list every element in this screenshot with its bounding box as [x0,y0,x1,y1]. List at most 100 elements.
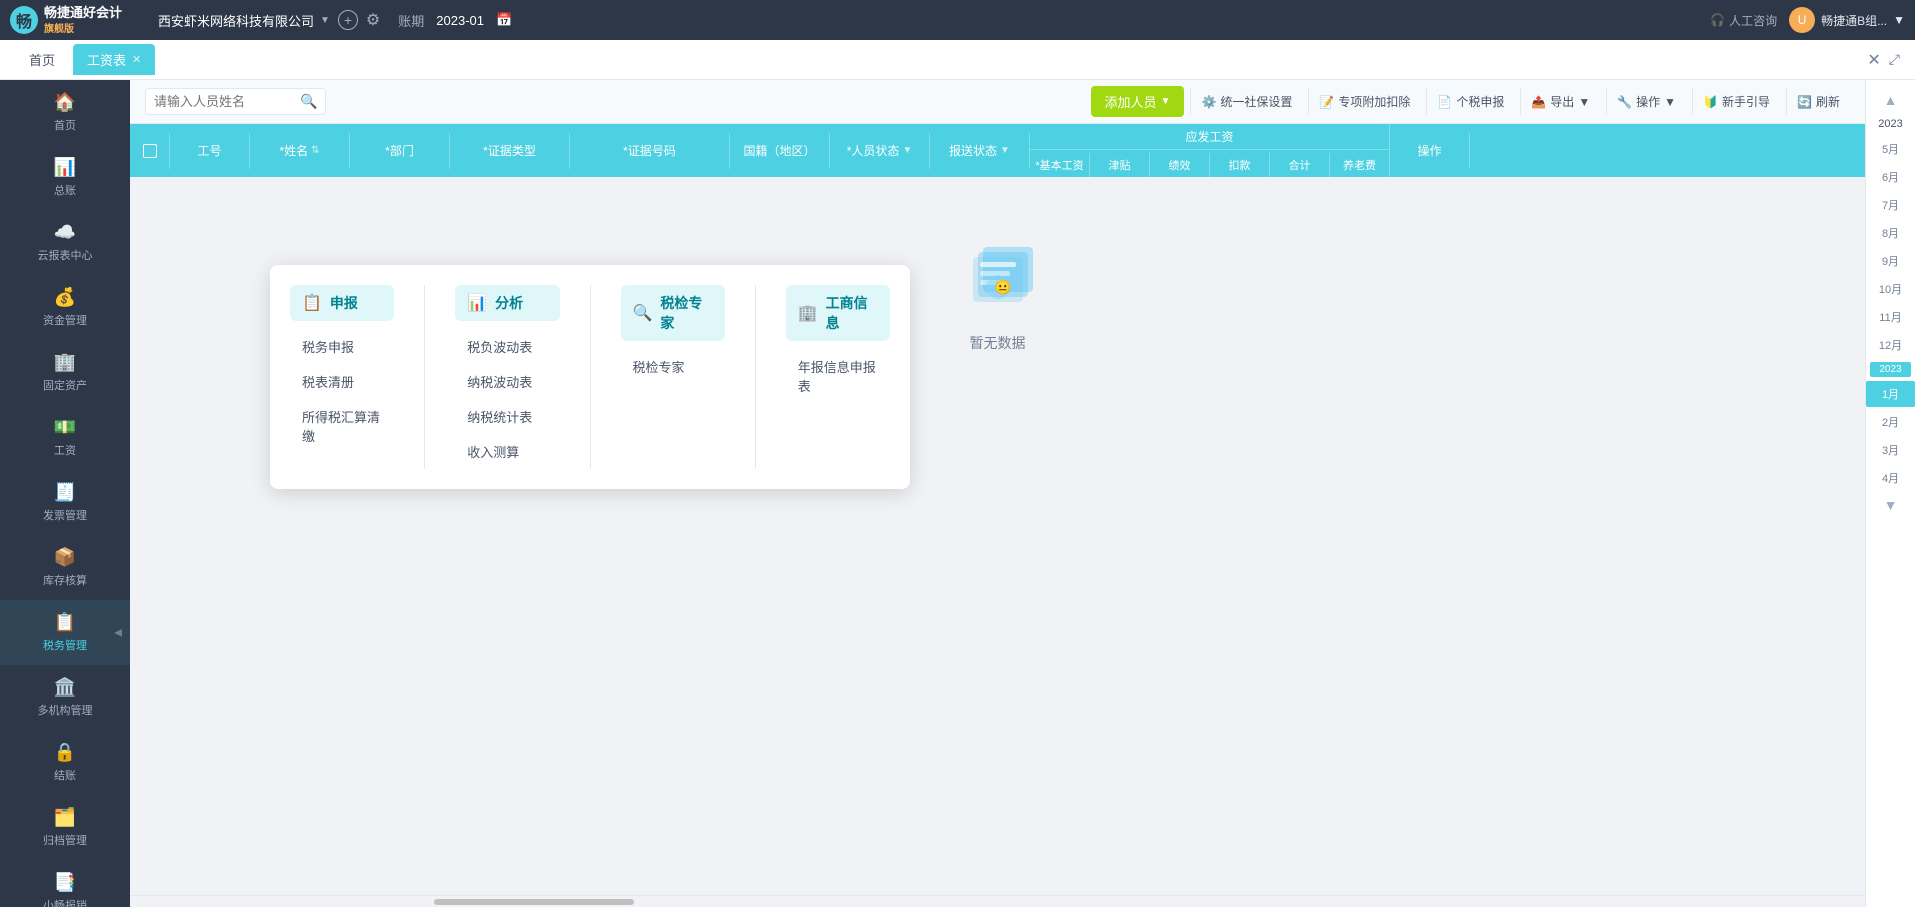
business-title: 工商信息 [826,293,878,333]
sidebar-item-inventory[interactable]: 📦 库存核算 [0,535,130,600]
top-right: 🎧 人工咨询 U 畅捷通B组... ▼ [1710,7,1905,33]
add-company-button[interactable]: + [338,10,358,30]
search-input-wrap[interactable]: 🔍 [145,88,326,115]
user-area[interactable]: U 畅捷通B组... ▼ [1789,7,1905,33]
svg-text:😐: 😐 [994,279,1011,295]
month-7[interactable]: 7月 [1866,192,1915,218]
sidebar-item-home[interactable]: 🏠 首页 [0,80,130,145]
th-name[interactable]: *姓名 ⇅ [250,133,350,169]
guide-button[interactable]: 🔰 新手引导 [1692,88,1780,115]
main-area: 🏠 首页 📊 总账 ☁️ 云报表中心 💰 资金管理 🏢 固定资产 💵 工资 🧾 … [0,80,1915,907]
report-filter-icon[interactable]: ▼ [1000,145,1010,156]
menu-item-tax-declare[interactable]: 税务申报 [290,329,394,364]
export-button[interactable]: 📤 导出 ▼ [1520,88,1600,115]
operation-label: 操作 [1636,93,1660,110]
toolbar: 🔍 添加人员 ▼ ⚙️ 统一社保设置 📝 专项附加扣除 📄 个税申报 [130,80,1865,124]
tax-declare-label: 税务申报 [302,340,354,355]
sidebar-item-capital[interactable]: 💰 资金管理 [0,275,130,340]
user-chevron-icon: ▼ [1893,13,1905,27]
sidebar-label-tax: 税务管理 [43,637,87,653]
tab-close-icon[interactable]: ✕ [132,53,141,66]
month-9[interactable]: 9月 [1866,248,1915,274]
social-icon: ⚙️ [1201,95,1216,109]
add-person-button[interactable]: 添加人员 ▼ [1091,86,1185,117]
assets-icon: 🏢 [54,352,76,373]
month-2[interactable]: 2月 [1866,409,1915,435]
calendar-icon[interactable]: 📅 [496,12,512,28]
tab-bar-right: ✕ ⤢ [1867,50,1900,70]
th-region[interactable]: 国籍（地区） [730,133,830,169]
user-name: 畅捷通B组... [1821,12,1887,29]
search-input[interactable] [154,94,294,109]
empty-illustration: 😐 [958,237,1038,317]
operation-button[interactable]: 🔧 操作 ▼ [1606,88,1686,115]
menu-item-tax-burden[interactable]: 税负波动表 [455,329,559,364]
menu-item-income-clear[interactable]: 所得税汇算清缴 [290,399,394,453]
refresh-button[interactable]: 🔄 刷新 [1786,88,1850,115]
sidebar-item-close[interactable]: 🔒 结账 [0,730,130,795]
declaration-title: 申报 [330,293,358,313]
business-icon: 🏢 [798,303,818,323]
scroll-bar[interactable] [434,899,634,905]
tab-bar-close-icon[interactable]: ✕ [1867,50,1880,70]
sidebar-item-expense[interactable]: 📑 小畅报销 [0,860,130,907]
menu-item-tax-wave[interactable]: 纳税波动表 [455,364,559,399]
home-icon: 🏠 [54,92,76,113]
sidebar-item-tax[interactable]: 📋 税务管理 ◀ [0,600,130,665]
add-person-label: 添加人员 [1105,92,1157,111]
month-3[interactable]: 3月 [1866,437,1915,463]
th-cert-type[interactable]: *证据类型 [450,133,570,169]
th-status[interactable]: *人员状态 ▼ [830,133,930,169]
chevron-down-icon[interactable]: ▼ [320,15,330,26]
company-select[interactable]: 西安虾米网络科技有限公司 ▼ [158,11,330,30]
month-5[interactable]: 5月 [1866,136,1915,162]
sidebar-item-multi-org[interactable]: 🏛️ 多机构管理 [0,665,130,730]
sidebar-label-assets: 固定资产 [43,377,87,393]
menu-item-tax-check[interactable]: 税检专家 [621,349,725,384]
sidebar-item-archive[interactable]: 🗂️ 归档管理 [0,795,130,860]
menu-divider-1 [424,285,425,469]
declaration-icon: 📋 [302,293,322,313]
special-icon: 📝 [1319,95,1334,109]
guide-label: 新手引导 [1722,93,1770,110]
th-status-label: *人员状态 [847,142,900,159]
sidebar-item-ledger[interactable]: 📊 总账 [0,145,130,210]
sidebar-item-payroll[interactable]: 💵 工资 [0,405,130,470]
social-insurance-button[interactable]: ⚙️ 统一社保设置 [1190,88,1302,115]
th-check[interactable] [130,133,170,169]
month-1[interactable]: 1月 [1866,381,1915,407]
month-11[interactable]: 11月 [1866,304,1915,330]
tax-report-button[interactable]: 📄 个税申报 [1426,88,1514,115]
tab-home[interactable]: 首页 [15,44,69,75]
tab-payroll[interactable]: 工资表 ✕ [73,44,155,75]
settings-icon[interactable]: ⚙ [366,10,380,30]
th-pension: 养老费 [1330,153,1389,177]
month-12[interactable]: 12月 [1866,332,1915,358]
month-8[interactable]: 8月 [1866,220,1915,246]
tab-bar-expand-icon[interactable]: ⤢ [1889,51,1900,68]
menu-section-tax-expert: 🔍 税检专家 税检专家 [621,285,725,469]
sidebar-item-cloud[interactable]: ☁️ 云报表中心 [0,210,130,275]
th-cert-no[interactable]: *证据号码 [570,133,730,169]
panel-down-arrow[interactable]: ▼ [1880,493,1902,517]
month-6[interactable]: 6月 [1866,164,1915,190]
header-checkbox[interactable] [143,144,157,158]
archive-icon: 🗂️ [54,807,76,828]
month-4[interactable]: 4月 [1866,465,1915,491]
panel-up-arrow[interactable]: ▲ [1880,88,1902,112]
export-label: 导出 [1550,93,1574,110]
menu-item-annual-report[interactable]: 年报信息申报表 [786,349,890,403]
menu-item-income-forecast[interactable]: 收入测算 [455,434,559,469]
th-dept[interactable]: *部门 [350,133,450,169]
special-deduction-button[interactable]: 📝 专项附加扣除 [1308,88,1420,115]
menu-item-tax-stat[interactable]: 纳税统计表 [455,399,559,434]
month-10[interactable]: 10月 [1866,276,1915,302]
export-icon: 📤 [1531,95,1546,109]
sidebar-item-assets[interactable]: 🏢 固定资产 [0,340,130,405]
th-id[interactable]: 工号 [170,133,250,169]
help-button[interactable]: 🎧 人工咨询 [1710,12,1777,29]
filter-icon[interactable]: ▼ [902,145,912,156]
menu-item-tax-form[interactable]: 税表清册 [290,364,394,399]
sidebar-item-invoice[interactable]: 🧾 发票管理 [0,470,130,535]
th-report-status[interactable]: 报送状态 ▼ [930,133,1030,169]
